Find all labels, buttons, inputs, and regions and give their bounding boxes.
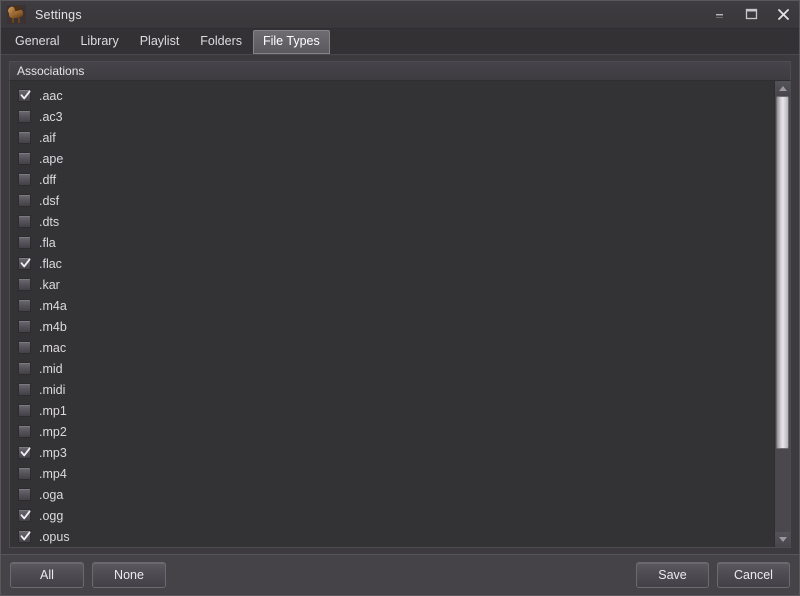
association-checkbox-mp1[interactable] — [18, 404, 31, 417]
association-checkbox-aif[interactable] — [18, 131, 31, 144]
association-row[interactable]: .ac3 — [10, 106, 774, 127]
association-label: .ape — [39, 151, 64, 166]
association-label: .dsf — [39, 193, 60, 208]
tab-bar: General Library Playlist Folders File Types — [1, 29, 799, 55]
association-checkbox-ogg[interactable] — [18, 509, 31, 522]
scrollbar-thumb[interactable] — [776, 96, 789, 450]
associations-group-header: Associations — [9, 61, 791, 80]
app-horse-icon — [7, 5, 26, 24]
association-checkbox-m4a[interactable] — [18, 299, 31, 312]
cancel-button[interactable]: Cancel — [717, 562, 790, 588]
association-label: .mp1 — [39, 403, 67, 418]
association-label: .oga — [39, 487, 64, 502]
association-label: .mp4 — [39, 466, 67, 481]
association-checkbox-aac[interactable] — [18, 89, 31, 102]
association-row[interactable]: .ape — [10, 148, 774, 169]
association-label: .dff — [39, 172, 57, 187]
tab-folders[interactable]: Folders — [190, 30, 252, 54]
association-label: .fla — [39, 235, 56, 250]
association-row[interactable]: .dts — [10, 211, 774, 232]
association-checkbox-oga[interactable] — [18, 488, 31, 501]
association-row[interactable]: .m4b — [10, 316, 774, 337]
association-row[interactable]: .opus — [10, 526, 774, 547]
association-label: .m4a — [39, 298, 67, 313]
association-row[interactable]: .mid — [10, 358, 774, 379]
select-all-button[interactable]: All — [10, 562, 84, 588]
window-title: Settings — [35, 7, 82, 22]
window-controls — [703, 1, 799, 28]
association-checkbox-dff[interactable] — [18, 173, 31, 186]
association-row[interactable]: .ogg — [10, 505, 774, 526]
tab-library[interactable]: Library — [70, 30, 128, 54]
scroll-up-arrow[interactable] — [775, 81, 790, 96]
associations-list[interactable]: .aac .ac3 .aif .ape .dff .dsf .dts .fla .flac .ka… — [10, 81, 774, 547]
association-checkbox-fla[interactable] — [18, 236, 31, 249]
association-row[interactable]: .dff — [10, 169, 774, 190]
association-row[interactable]: .flac — [10, 253, 774, 274]
tab-general[interactable]: General — [5, 30, 69, 54]
minimize-icon[interactable] — [703, 1, 735, 28]
association-checkbox-midi[interactable] — [18, 383, 31, 396]
association-label: .dts — [39, 214, 60, 229]
association-row[interactable]: .midi — [10, 379, 774, 400]
association-label: .ac3 — [39, 109, 63, 124]
association-row[interactable]: .kar — [10, 274, 774, 295]
association-checkbox-mp4[interactable] — [18, 467, 31, 480]
scroll-down-arrow[interactable] — [775, 532, 790, 547]
association-checkbox-mac[interactable] — [18, 341, 31, 354]
association-row[interactable]: .mp3 — [10, 442, 774, 463]
association-label: .flac — [39, 256, 62, 271]
association-row[interactable]: .aif — [10, 127, 774, 148]
association-checkbox-mid[interactable] — [18, 362, 31, 375]
list-scrollbar[interactable] — [774, 81, 790, 547]
association-label: .aif — [39, 130, 56, 145]
select-none-button[interactable]: None — [92, 562, 166, 588]
association-row[interactable]: .oga — [10, 484, 774, 505]
association-row[interactable]: .mp1 — [10, 400, 774, 421]
settings-content: Associations .aac .ac3 .aif .ape .dff .dsf .dt… — [1, 55, 799, 554]
association-label: .kar — [39, 277, 60, 292]
dialog-action-buttons: Save Cancel — [636, 562, 790, 588]
association-label: .aac — [39, 88, 63, 103]
associations-list-container: .aac .ac3 .aif .ape .dff .dsf .dts .fla .flac .ka… — [9, 80, 791, 548]
association-checkbox-opus[interactable] — [18, 530, 31, 543]
settings-window: Settings General Library Playlist Folder… — [0, 0, 800, 596]
association-label: .mac — [39, 340, 67, 355]
association-checkbox-ac3[interactable] — [18, 110, 31, 123]
tab-playlist[interactable]: Playlist — [130, 30, 190, 54]
association-label: .ogg — [39, 508, 64, 523]
association-checkbox-dts[interactable] — [18, 215, 31, 228]
association-label: .mp3 — [39, 445, 67, 460]
association-row[interactable]: .dsf — [10, 190, 774, 211]
association-checkbox-ape[interactable] — [18, 152, 31, 165]
association-checkbox-m4b[interactable] — [18, 320, 31, 333]
association-label: .midi — [39, 382, 66, 397]
association-row[interactable]: .mac — [10, 337, 774, 358]
association-label: .opus — [39, 529, 70, 544]
title-bar[interactable]: Settings — [1, 1, 799, 29]
association-checkbox-mp2[interactable] — [18, 425, 31, 438]
association-row[interactable]: .mp4 — [10, 463, 774, 484]
association-checkbox-flac[interactable] — [18, 257, 31, 270]
association-label: .mid — [39, 361, 63, 376]
association-row[interactable]: .fla — [10, 232, 774, 253]
association-label: .mp2 — [39, 424, 67, 439]
selection-buttons: All None — [10, 562, 166, 588]
dialog-footer: All None Save Cancel — [1, 554, 799, 595]
save-button[interactable]: Save — [636, 562, 709, 588]
close-icon[interactable] — [767, 1, 799, 28]
association-label: .m4b — [39, 319, 67, 334]
association-checkbox-kar[interactable] — [18, 278, 31, 291]
association-row[interactable]: .m4a — [10, 295, 774, 316]
tab-file-types[interactable]: File Types — [252, 30, 330, 54]
association-checkbox-mp3[interactable] — [18, 446, 31, 459]
association-row[interactable]: .mp2 — [10, 421, 774, 442]
association-checkbox-dsf[interactable] — [18, 194, 31, 207]
association-row[interactable]: .aac — [10, 85, 774, 106]
maximize-icon[interactable] — [735, 1, 767, 28]
scrollbar-track[interactable] — [775, 96, 790, 532]
